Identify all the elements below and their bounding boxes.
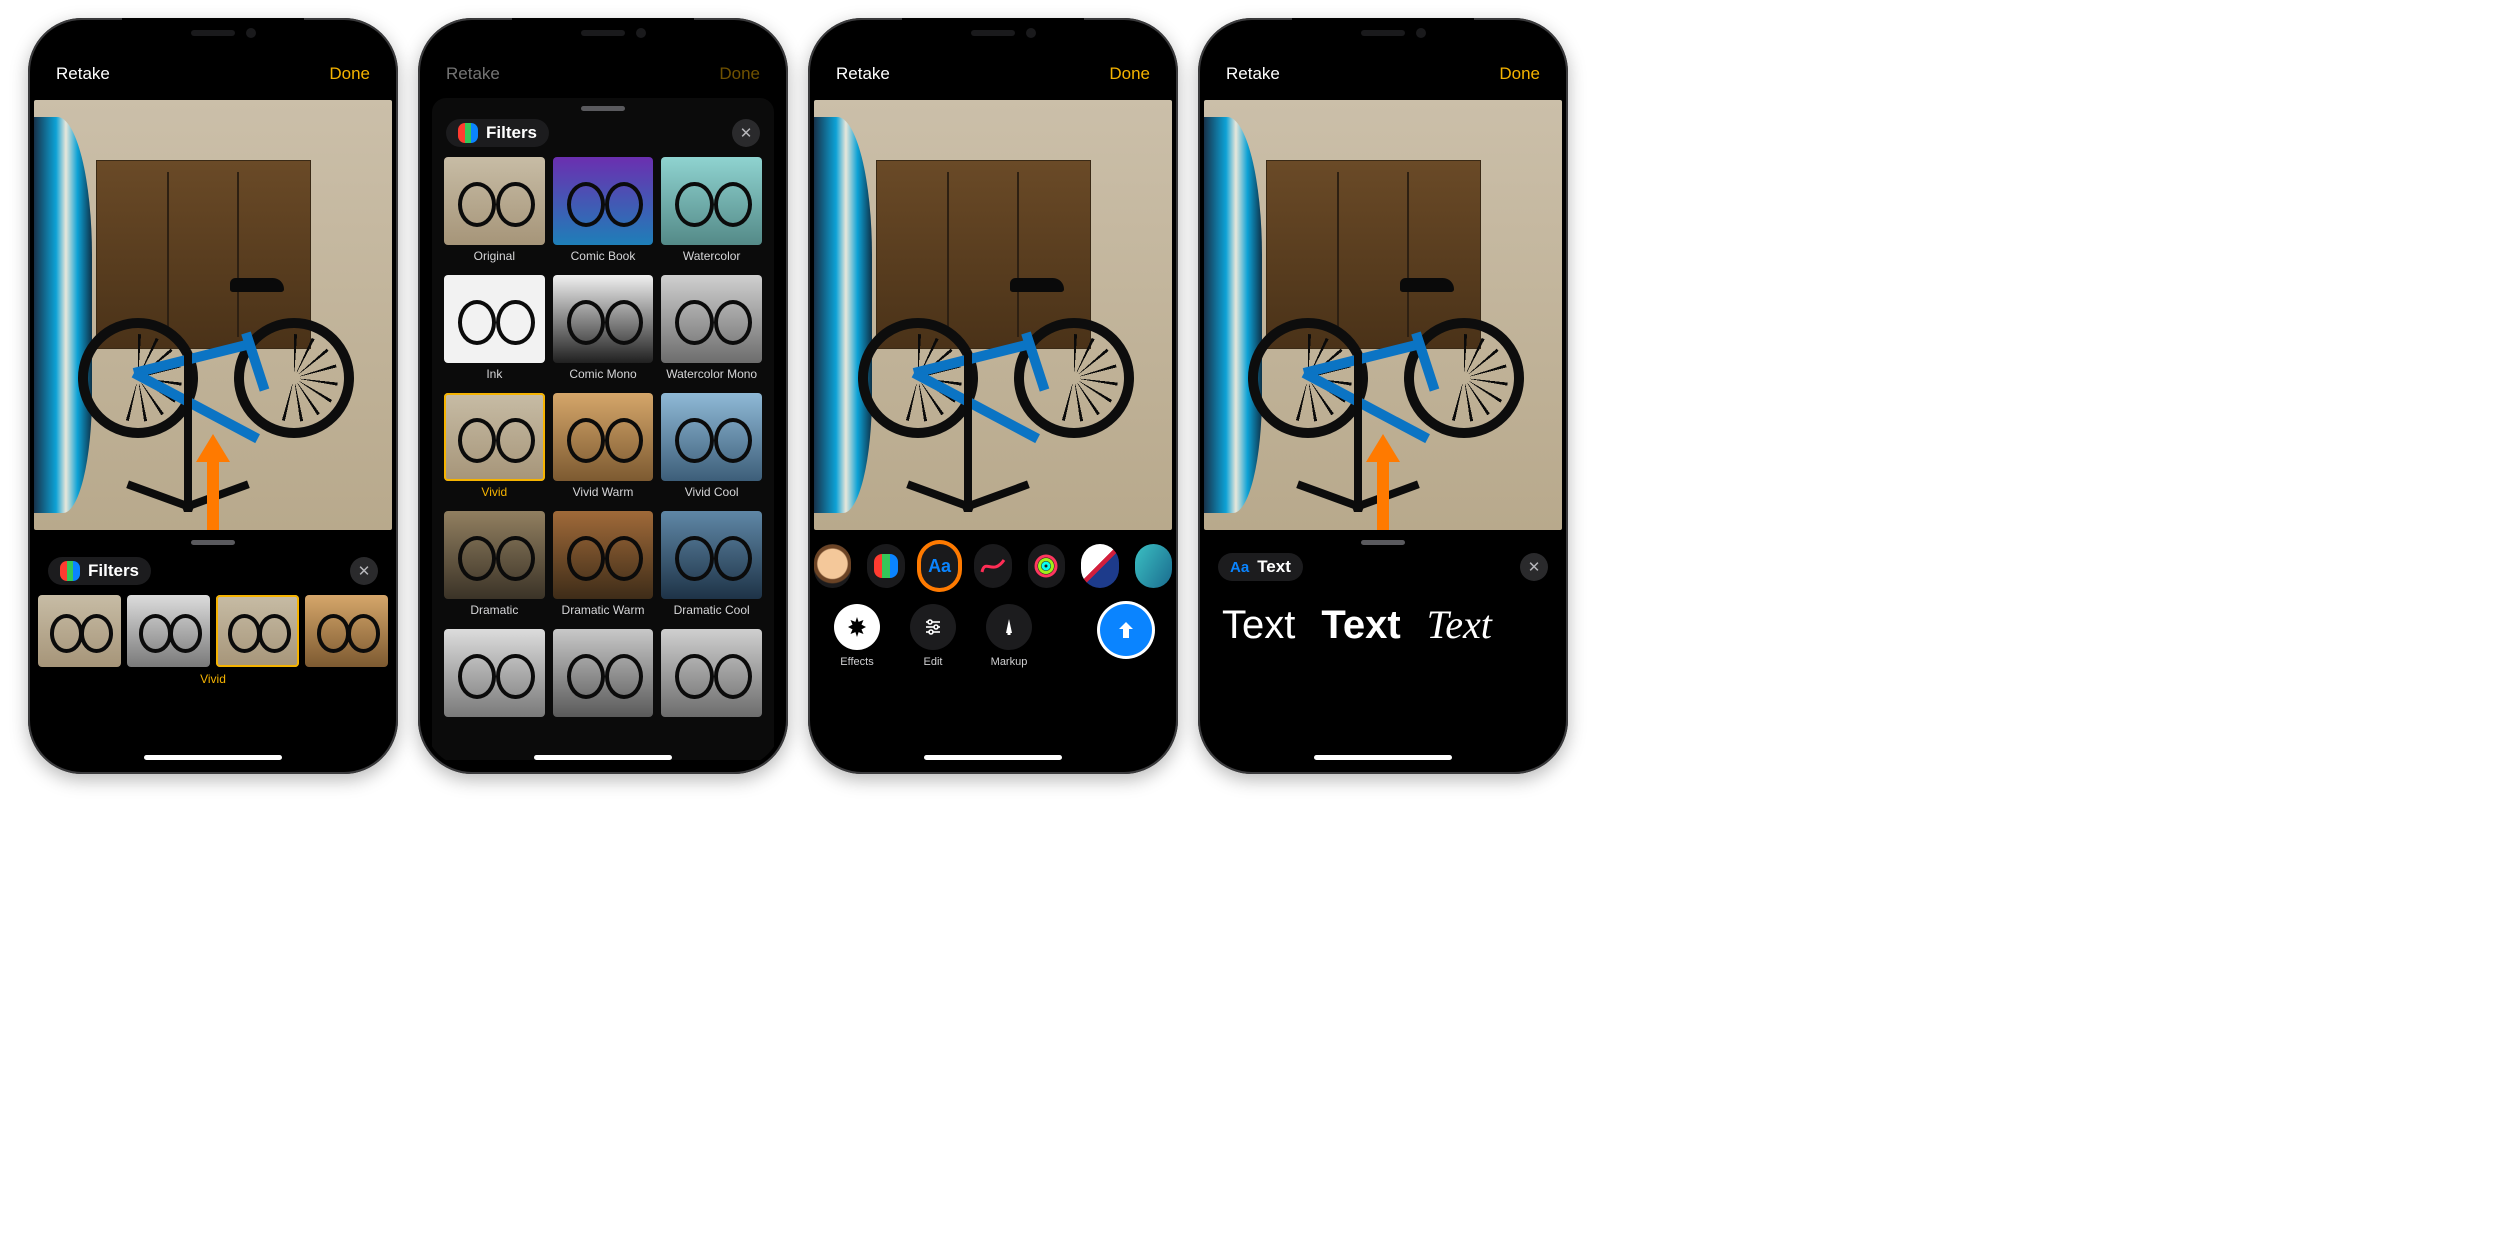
text-style-icon: Aa bbox=[1230, 559, 1249, 576]
markup-button[interactable]: Markup bbox=[986, 604, 1032, 668]
text-style-regular[interactable]: Text bbox=[1222, 603, 1295, 648]
filter-label: Dramatic Warm bbox=[562, 599, 645, 623]
home-indicator[interactable] bbox=[144, 755, 282, 760]
filter-option[interactable] bbox=[444, 157, 545, 245]
filter-option-selected[interactable] bbox=[444, 393, 545, 481]
swipe-up-arrow-icon bbox=[1362, 428, 1404, 530]
notch bbox=[902, 18, 1084, 46]
filter-label: Watercolor Mono bbox=[666, 363, 757, 387]
effects-button[interactable]: Effects bbox=[834, 604, 880, 668]
filter-label: Original bbox=[474, 245, 515, 269]
home-indicator[interactable] bbox=[534, 755, 672, 760]
sheet-grabber[interactable] bbox=[191, 540, 235, 545]
filter-option[interactable] bbox=[553, 393, 654, 481]
filter-label: Vivid Cool bbox=[685, 481, 739, 505]
filters-icon[interactable] bbox=[867, 544, 904, 588]
tool-label: Edit bbox=[924, 656, 943, 668]
filter-option[interactable] bbox=[444, 275, 545, 363]
filter-label: Ink bbox=[486, 363, 502, 387]
sticker-app-icon[interactable] bbox=[1081, 544, 1118, 588]
filters-panel: Filters ✕ Original Comic Book Watercolor… bbox=[432, 98, 774, 760]
retake-button[interactable]: Retake bbox=[56, 64, 110, 84]
filter-thumb[interactable] bbox=[127, 595, 210, 667]
tool-label: Effects bbox=[840, 656, 873, 668]
filter-option[interactable] bbox=[661, 157, 762, 245]
filter-option[interactable] bbox=[553, 157, 654, 245]
retake-button[interactable]: Retake bbox=[836, 64, 890, 84]
filter-thumb-strip[interactable] bbox=[34, 591, 392, 669]
notch bbox=[512, 18, 694, 46]
phone-4: Retake Done Aa Text ✕ bbox=[1198, 18, 1568, 774]
filters-chip: Filters bbox=[446, 119, 549, 147]
phone-3: Retake Done Aa Effects bbox=[808, 18, 1178, 774]
done-button[interactable]: Done bbox=[1499, 64, 1540, 84]
filter-label: Comic Book bbox=[571, 245, 636, 269]
done-button[interactable]: Done bbox=[329, 64, 370, 84]
swipe-up-arrow-icon bbox=[192, 428, 234, 530]
text-chip: Aa Text bbox=[1218, 553, 1303, 581]
filter-option[interactable] bbox=[661, 511, 762, 599]
filter-thumb[interactable] bbox=[305, 595, 388, 667]
filter-option[interactable] bbox=[553, 275, 654, 363]
filter-grid[interactable]: Original Comic Book Watercolor Ink Comic… bbox=[440, 153, 766, 760]
text-style-serif[interactable]: Text bbox=[1427, 601, 1492, 648]
filters-header: Filters ✕ bbox=[34, 551, 392, 591]
photo-preview[interactable] bbox=[814, 100, 1172, 530]
retake-button[interactable]: Retake bbox=[1226, 64, 1280, 84]
close-icon[interactable]: ✕ bbox=[732, 119, 760, 147]
sheet-grabber[interactable] bbox=[1361, 540, 1405, 545]
filter-thumb-selected[interactable] bbox=[216, 595, 299, 667]
text-style-row[interactable]: Text Text Text bbox=[1214, 583, 1552, 658]
text-style-icon[interactable]: Aa bbox=[921, 544, 958, 588]
close-icon[interactable]: ✕ bbox=[1520, 553, 1548, 581]
filter-option[interactable] bbox=[661, 629, 762, 717]
close-icon[interactable]: ✕ bbox=[350, 557, 378, 585]
sheet-grabber[interactable] bbox=[581, 106, 625, 111]
filter-option[interactable] bbox=[553, 629, 654, 717]
memoji-icon[interactable] bbox=[814, 544, 851, 588]
tool-label: Markup bbox=[991, 656, 1028, 668]
filters-title: Filters bbox=[486, 123, 537, 143]
filter-option[interactable] bbox=[661, 275, 762, 363]
photo-preview[interactable] bbox=[34, 100, 392, 530]
notch bbox=[1292, 18, 1474, 46]
filters-icon bbox=[60, 561, 80, 581]
filter-option[interactable] bbox=[444, 629, 545, 717]
filter-thumb[interactable] bbox=[38, 595, 121, 667]
filter-label: Vivid Warm bbox=[573, 481, 634, 505]
filter-label: Dramatic bbox=[470, 599, 518, 623]
notch bbox=[122, 18, 304, 46]
filter-option[interactable] bbox=[661, 393, 762, 481]
phone-2: Retake Done Filters ✕ Original Comic Boo… bbox=[418, 18, 788, 774]
sticker-app-icon[interactable] bbox=[1135, 544, 1172, 588]
shapes-icon[interactable] bbox=[974, 544, 1011, 588]
done-button[interactable]: Done bbox=[1109, 64, 1150, 84]
filter-label: Dramatic Cool bbox=[674, 599, 750, 623]
retake-button[interactable]: Retake bbox=[446, 64, 500, 84]
selected-filter-label: Vivid bbox=[34, 669, 392, 686]
edit-button[interactable]: Edit bbox=[910, 604, 956, 668]
send-button[interactable] bbox=[1100, 604, 1152, 656]
home-indicator[interactable] bbox=[924, 755, 1062, 760]
filters-icon bbox=[458, 123, 478, 143]
photo-preview[interactable] bbox=[1204, 100, 1562, 530]
home-indicator[interactable] bbox=[1314, 755, 1452, 760]
activity-rings-icon[interactable] bbox=[1028, 544, 1065, 588]
filter-label: Watercolor bbox=[683, 245, 741, 269]
filter-label: Comic Mono bbox=[569, 363, 636, 387]
filter-label: Vivid bbox=[481, 481, 507, 505]
phone-1: Retake Done Filters ✕ bbox=[28, 18, 398, 774]
text-title: Text bbox=[1257, 557, 1291, 577]
effect-app-row[interactable]: Aa bbox=[814, 534, 1172, 594]
tool-row: Effects Edit Markup bbox=[814, 594, 1172, 678]
filters-title: Filters bbox=[88, 561, 139, 581]
done-button[interactable]: Done bbox=[719, 64, 760, 84]
filter-option[interactable] bbox=[553, 511, 654, 599]
filter-option[interactable] bbox=[444, 511, 545, 599]
filters-chip: Filters bbox=[48, 557, 151, 585]
text-style-bold[interactable]: Text bbox=[1321, 603, 1400, 648]
